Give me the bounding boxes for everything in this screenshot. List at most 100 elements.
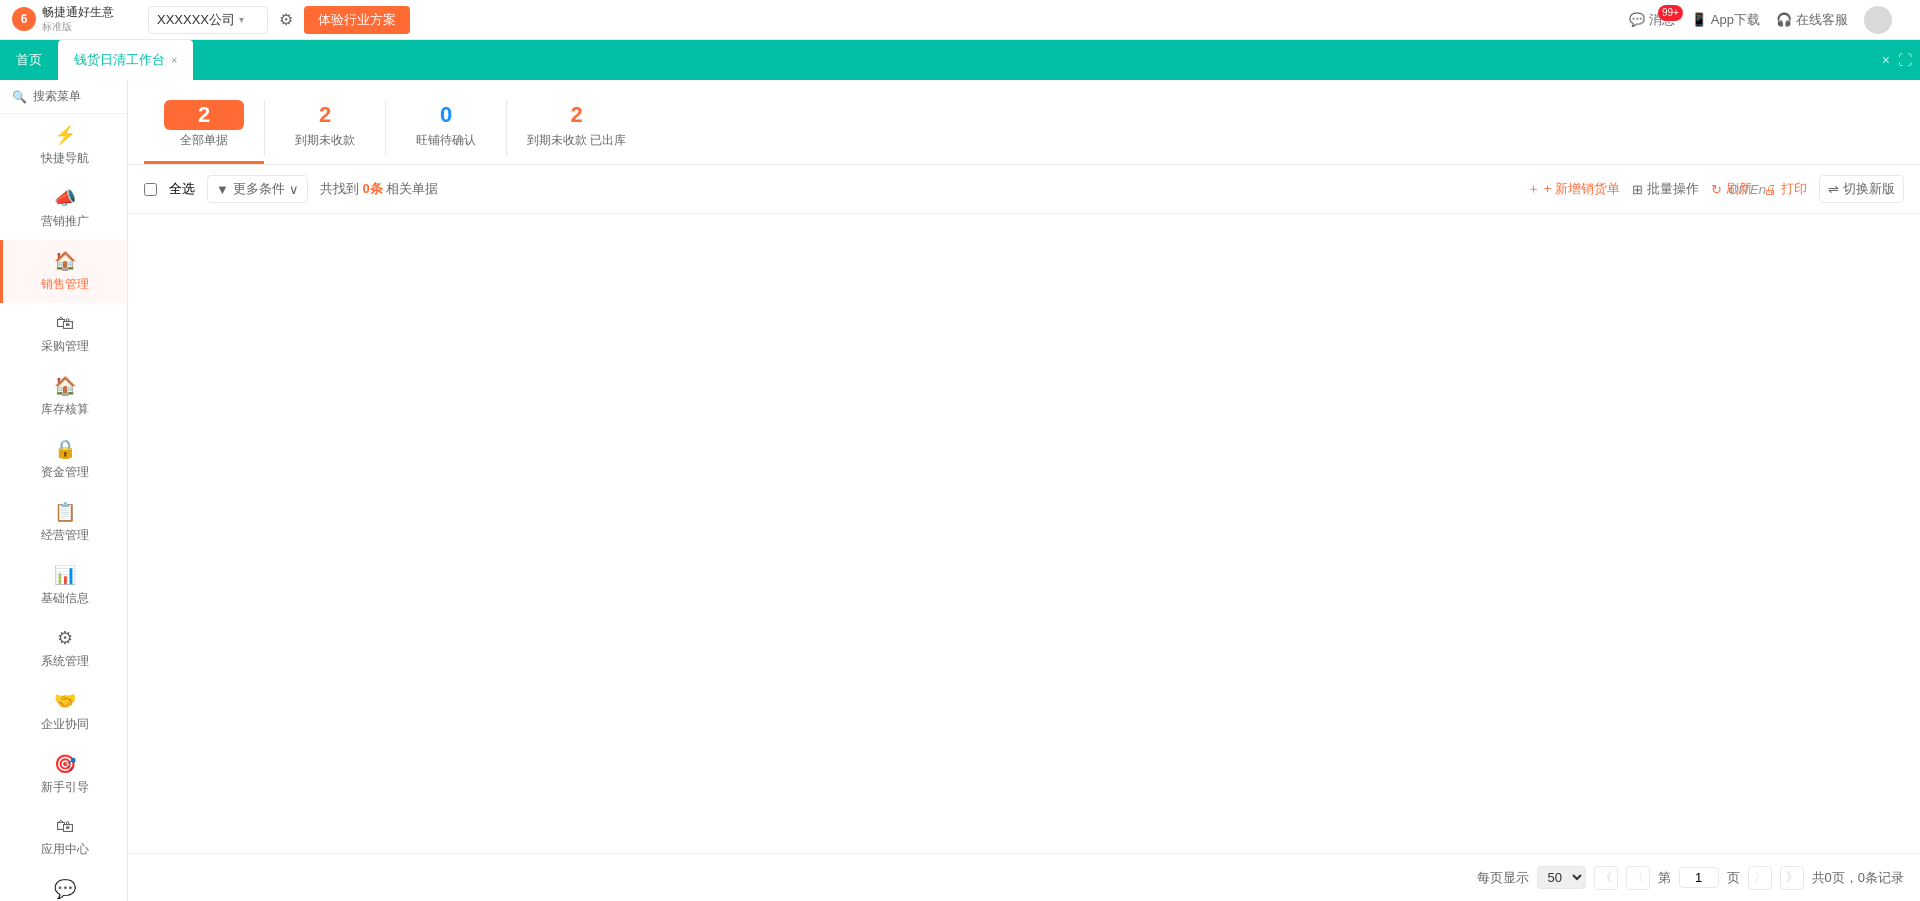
- wecom-icon: 💬: [54, 878, 76, 900]
- sidebar-item-label: 经营管理: [41, 527, 89, 544]
- quick-nav-icon: ⚡: [54, 124, 76, 146]
- fullscreen-icon[interactable]: ⛶: [1898, 52, 1912, 68]
- last-page-button[interactable]: 》: [1780, 866, 1804, 890]
- first-page-button[interactable]: 《: [1594, 866, 1618, 890]
- tab-bar-right: × ⛶: [1882, 52, 1920, 68]
- sidebar-item-label: 采购管理: [41, 338, 89, 355]
- sidebar-item-marketing[interactable]: 📣 营销推广: [0, 177, 127, 240]
- settings-button[interactable]: ⚙: [272, 6, 300, 34]
- tab-close-icon[interactable]: ×: [171, 54, 177, 66]
- message-icon: 💬: [1629, 12, 1645, 27]
- app-download-button[interactable]: 📱 App下载: [1691, 11, 1760, 29]
- online-service-label: 在线客服: [1796, 11, 1848, 29]
- sidebar: 🔍 搜索菜单 ⚡ 快捷导航 📣 营销推广 🏠 销售管理 🛍 采购管理 🏠 库存核…: [0, 80, 128, 901]
- stat-all-num: 2: [164, 100, 244, 130]
- app-version: 标准版: [42, 20, 114, 34]
- switch-label: 切换新版: [1843, 180, 1895, 198]
- page-suffix: 页: [1727, 869, 1740, 887]
- sidebar-search[interactable]: 🔍 搜索菜单: [0, 80, 127, 114]
- stat-shipped-label: 到期未收款 已出库: [527, 132, 626, 149]
- headset-icon: 🎧: [1776, 12, 1792, 27]
- tab-home-label: 首页: [16, 51, 42, 69]
- app-name: 畅捷通好生意: [42, 5, 114, 19]
- sidebar-item-cooperation[interactable]: 🤝 企业协同: [0, 680, 127, 743]
- tab-home[interactable]: 首页: [0, 40, 58, 80]
- content-area: 2 全部单据 2 到期未收款 0 旺铺待确认 2 到期未收款 已出库 全选: [128, 80, 1920, 901]
- stat-pending-num: 0: [406, 100, 486, 130]
- found-suffix: 相关单据: [386, 181, 438, 196]
- trial-button[interactable]: 体验行业方案: [304, 6, 410, 34]
- sidebar-item-sales[interactable]: 🏠 销售管理: [0, 240, 127, 303]
- stat-overdue-num: 2: [285, 100, 365, 130]
- tab-workbench[interactable]: 钱货日清工作台 ×: [58, 40, 193, 80]
- filter-icon: ▼: [216, 182, 229, 197]
- operations-icon: 📋: [54, 501, 76, 523]
- stat-card-shipped[interactable]: 2 到期未收款 已出库: [507, 92, 646, 164]
- sidebar-item-appstore[interactable]: 🛍 应用中心: [0, 806, 127, 868]
- header-right: 💬 消息 99+ 📱 App下载 🎧 在线客服: [1629, 6, 1908, 34]
- select-all-checkbox[interactable]: [144, 183, 157, 196]
- switch-version-button[interactable]: ⇌ 切换新版: [1819, 175, 1904, 203]
- refresh-icon: ↻: [1711, 182, 1722, 197]
- sidebar-item-basics[interactable]: 📊 基础信息: [0, 554, 127, 617]
- avatar[interactable]: [1864, 6, 1892, 34]
- next-page-button[interactable]: 〉: [1748, 866, 1772, 890]
- often-badge: OfTEn: [1728, 182, 1766, 197]
- sidebar-item-operations[interactable]: 📋 经营管理: [0, 491, 127, 554]
- company-selector[interactable]: XXXXXX公司 ▾: [148, 6, 268, 34]
- sidebar-item-purchase[interactable]: 🛍 采购管理: [0, 303, 127, 365]
- sidebar-item-finance[interactable]: 🔒 资金管理: [0, 428, 127, 491]
- sidebar-item-guide[interactable]: 🎯 新手引导: [0, 743, 127, 806]
- online-service-button[interactable]: 🎧 在线客服: [1776, 11, 1848, 29]
- filter-label: 更多条件: [233, 180, 285, 198]
- stat-shipped-num: 2: [527, 100, 626, 130]
- print-label: 打印: [1781, 180, 1807, 198]
- search-icon: 🔍: [12, 90, 27, 104]
- stat-card-pending[interactable]: 0 旺铺待确认: [386, 92, 506, 164]
- batch-label: 批量操作: [1647, 180, 1699, 198]
- total-records-text: 共0页，0条记录: [1812, 869, 1904, 887]
- stat-card-all[interactable]: 2 全部单据: [144, 92, 264, 164]
- sidebar-item-label: 系统管理: [41, 653, 89, 670]
- close-window-icon[interactable]: ×: [1882, 52, 1890, 68]
- marketing-icon: 📣: [54, 187, 76, 209]
- prev-page-button[interactable]: 〈: [1626, 866, 1650, 890]
- batch-icon: ⊞: [1632, 182, 1643, 197]
- finance-icon: 🔒: [54, 438, 76, 460]
- basics-icon: 📊: [54, 564, 76, 586]
- per-page-select[interactable]: 50: [1537, 866, 1586, 889]
- system-icon: ⚙: [57, 627, 73, 649]
- inventory-icon: 🏠: [54, 375, 76, 397]
- sidebar-item-system[interactable]: ⚙ 系统管理: [0, 617, 127, 680]
- stat-all-label: 全部单据: [164, 132, 244, 149]
- found-prefix: 共找到: [320, 181, 359, 196]
- add-sale-order-button[interactable]: ＋ + 新增销货单: [1527, 180, 1620, 198]
- sidebar-item-label: 快捷导航: [41, 150, 89, 167]
- main-layout: 🔍 搜索菜单 ⚡ 快捷导航 📣 营销推广 🏠 销售管理 🛍 采购管理 🏠 库存核…: [0, 80, 1920, 901]
- sidebar-item-quick-nav[interactable]: ⚡ 快捷导航: [0, 114, 127, 177]
- page-prefix: 第: [1658, 869, 1671, 887]
- stat-overdue-label: 到期未收款: [285, 132, 365, 149]
- company-chevron-icon: ▾: [239, 14, 244, 25]
- sidebar-item-inventory[interactable]: 🏠 库存核算: [0, 365, 127, 428]
- logo-area: 6 畅捷通好生意 标准版: [12, 5, 140, 33]
- sidebar-item-wecom[interactable]: 💬 企业微信: [0, 868, 127, 901]
- sidebar-item-label: 资金管理: [41, 464, 89, 481]
- toolbar: 全选 ▼ 更多条件 ∨ 共找到 0条 相关单据 ＋ + 新增销货单 ⊞ 批量操作: [128, 165, 1920, 214]
- phone-icon: 📱: [1691, 12, 1707, 27]
- tab-bar: 首页 钱货日清工作台 × × ⛶: [0, 40, 1920, 80]
- stat-card-overdue[interactable]: 2 到期未收款: [265, 92, 385, 164]
- page-number-input[interactable]: [1679, 867, 1719, 888]
- sales-icon: 🏠: [54, 250, 76, 272]
- logo-text-area: 畅捷通好生意 标准版: [42, 5, 114, 33]
- pagination-bar: 每页显示 50 《 〈 第 页 〉 》 共0页，0条记录: [128, 853, 1920, 901]
- guide-icon: 🎯: [54, 753, 76, 775]
- filter-button[interactable]: ▼ 更多条件 ∨: [207, 175, 308, 203]
- print-button[interactable]: 🖨 打印: [1764, 180, 1807, 198]
- sidebar-item-label: 新手引导: [41, 779, 89, 796]
- batch-operation-button[interactable]: ⊞ 批量操作: [1632, 180, 1699, 198]
- company-name: XXXXXX公司: [157, 11, 235, 29]
- stat-pending-label: 旺铺待确认: [406, 132, 486, 149]
- appstore-icon: 🛍: [56, 816, 74, 837]
- messages-button[interactable]: 💬 消息 99+: [1629, 11, 1675, 29]
